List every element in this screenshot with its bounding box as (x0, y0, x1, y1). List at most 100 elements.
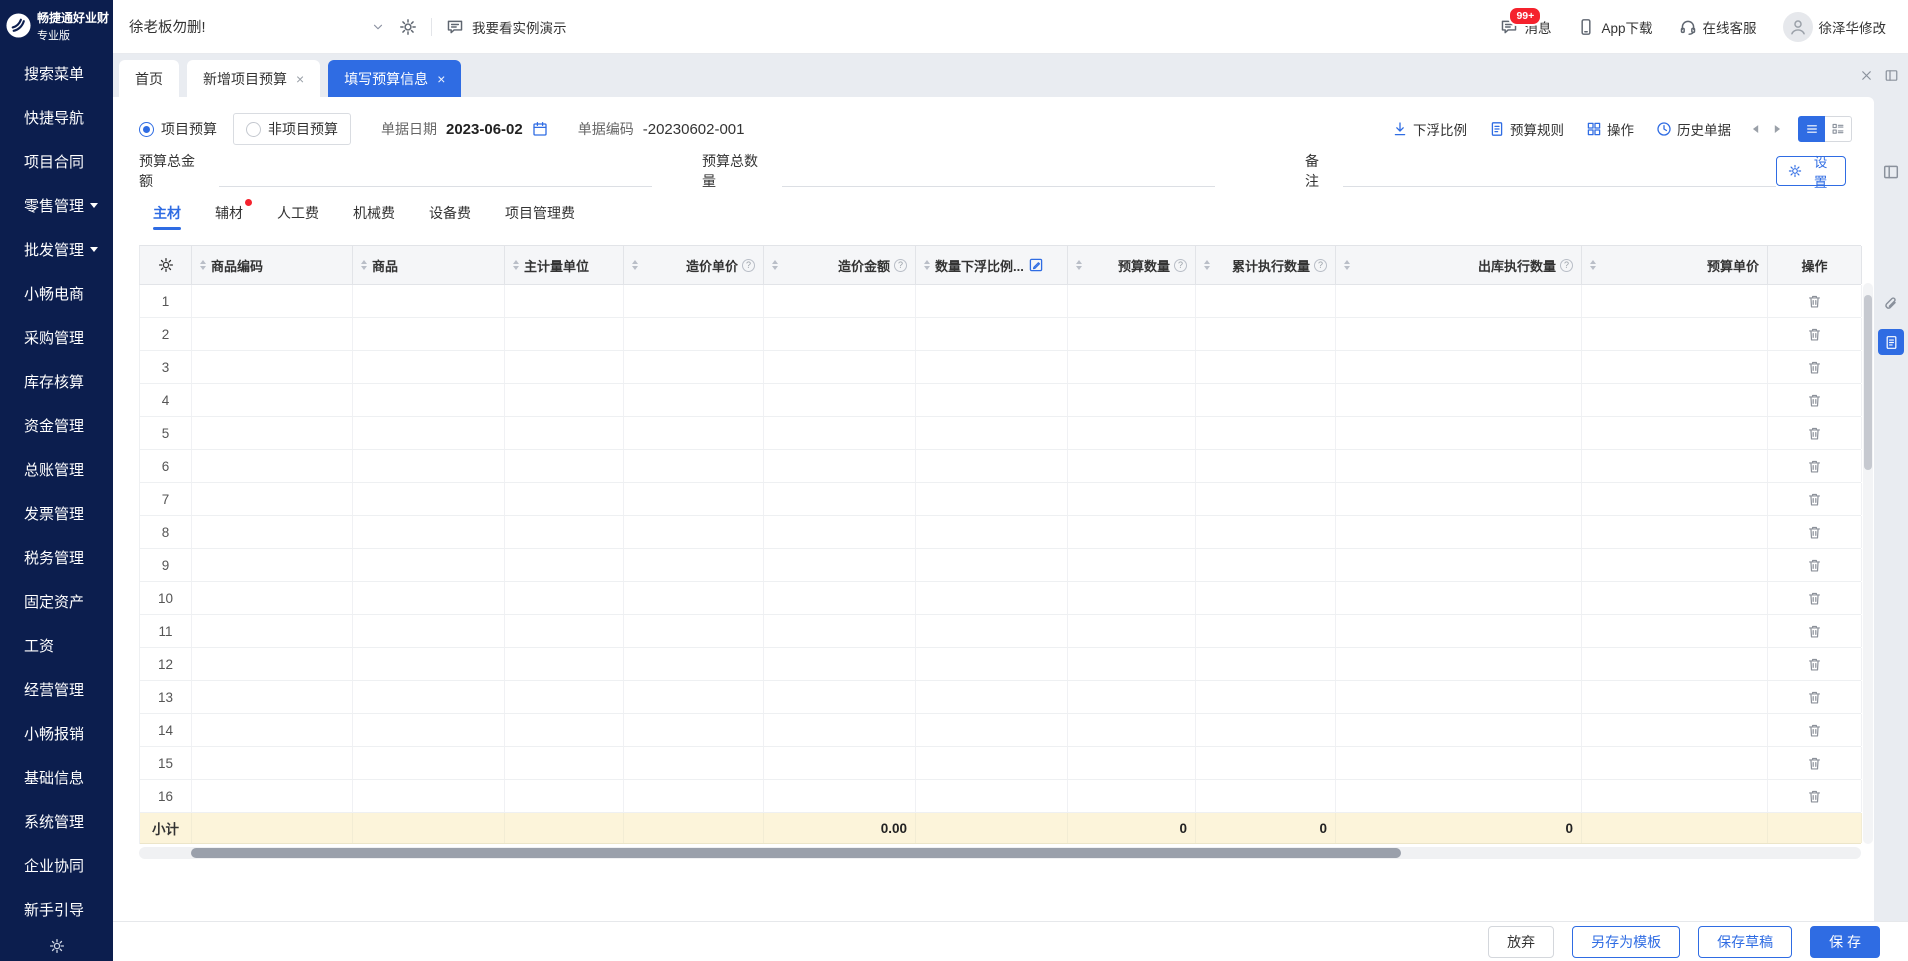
cell-budget_price[interactable] (1582, 714, 1768, 746)
delete-row-button[interactable] (1807, 756, 1822, 771)
cell-cost_price[interactable] (624, 417, 764, 449)
cell-budget_qty[interactable] (1068, 681, 1196, 713)
sidebar-item-17[interactable]: 基础信息 (0, 755, 113, 799)
cell-product[interactable] (353, 285, 505, 317)
attachment-icon[interactable] (1882, 295, 1900, 313)
cell-product[interactable] (353, 681, 505, 713)
delete-row-button[interactable] (1807, 393, 1822, 408)
sort-icon[interactable] (200, 260, 206, 270)
cell-code[interactable] (192, 285, 353, 317)
cell-float_ratio[interactable] (916, 648, 1068, 680)
cell-product[interactable] (353, 648, 505, 680)
column-header-budget_qty[interactable]: 预算数量? (1068, 246, 1196, 284)
tab-panel-icon[interactable] (1884, 68, 1899, 83)
cell-cost_price[interactable] (624, 450, 764, 482)
sidebar-item-1[interactable]: 搜索菜单 (0, 51, 113, 95)
cell-product[interactable] (353, 417, 505, 449)
cell-cost_price[interactable] (624, 582, 764, 614)
cell-budget_price[interactable] (1582, 516, 1768, 548)
company-selector[interactable]: 徐老板勿删! (129, 16, 385, 37)
cell-cum_exec_qty[interactable] (1196, 384, 1336, 416)
toolbar-link-3[interactable]: 操作 (1586, 119, 1634, 139)
horizontal-scrollbar-thumb[interactable] (191, 848, 1401, 858)
cell-cum_exec_qty[interactable] (1196, 747, 1336, 779)
material-tab-4[interactable]: 机械费 (353, 203, 395, 230)
cell-budget_qty[interactable] (1068, 747, 1196, 779)
column-header-code[interactable]: 商品编码 (192, 246, 353, 284)
cell-budget_price[interactable] (1582, 747, 1768, 779)
cell-cum_exec_qty[interactable] (1196, 648, 1336, 680)
cell-code[interactable] (192, 483, 353, 515)
cell-float_ratio[interactable] (916, 318, 1068, 350)
cell-product[interactable] (353, 450, 505, 482)
sort-icon[interactable] (513, 260, 519, 270)
cell-budget_price[interactable] (1582, 648, 1768, 680)
cell-cum_exec_qty[interactable] (1196, 582, 1336, 614)
cell-budget_qty[interactable] (1068, 384, 1196, 416)
cell-cost_price[interactable] (624, 681, 764, 713)
cell-code[interactable] (192, 648, 353, 680)
total-amount-input[interactable] (218, 161, 652, 187)
cell-cum_exec_qty[interactable] (1196, 516, 1336, 548)
sidebar-item-20[interactable]: 新手引导 (0, 887, 113, 931)
delete-row-button[interactable] (1807, 657, 1822, 672)
cell-float_ratio[interactable] (916, 549, 1068, 581)
delete-row-button[interactable] (1807, 591, 1822, 606)
sort-icon[interactable] (1204, 260, 1210, 270)
remark-input[interactable] (1342, 161, 1777, 187)
cell-cum_exec_qty[interactable] (1196, 549, 1336, 581)
cell-out_exec_qty[interactable] (1336, 483, 1582, 515)
sort-icon[interactable] (1344, 260, 1350, 270)
cell-cum_exec_qty[interactable] (1196, 714, 1336, 746)
list-view-button[interactable] (1798, 116, 1825, 142)
info-icon[interactable]: ? (1560, 258, 1573, 272)
cell-cum_exec_qty[interactable] (1196, 417, 1336, 449)
sidebar-item-2[interactable]: 快捷导航 (0, 95, 113, 139)
cell-float_ratio[interactable] (916, 516, 1068, 548)
tab-3[interactable]: 填写预算信息 × (328, 60, 462, 97)
cell-product[interactable] (353, 351, 505, 383)
vertical-scrollbar-thumb[interactable] (1864, 295, 1872, 470)
cell-out_exec_qty[interactable] (1336, 384, 1582, 416)
edit-icon[interactable] (1028, 257, 1044, 273)
cell-cum_exec_qty[interactable] (1196, 318, 1336, 350)
cell-unit[interactable] (505, 780, 624, 812)
cell-out_exec_qty[interactable] (1336, 582, 1582, 614)
cell-float_ratio[interactable] (916, 384, 1068, 416)
column-header-out_exec_qty[interactable]: 出库执行数量? (1336, 246, 1582, 284)
delete-row-button[interactable] (1807, 525, 1822, 540)
cell-budget_price[interactable] (1582, 318, 1768, 350)
cell-cost_amount[interactable] (764, 615, 916, 647)
cell-product[interactable] (353, 516, 505, 548)
cell-unit[interactable] (505, 450, 624, 482)
prev-record-icon[interactable] (1749, 122, 1763, 136)
cell-product[interactable] (353, 714, 505, 746)
cell-budget_price[interactable] (1582, 285, 1768, 317)
cell-unit[interactable] (505, 516, 624, 548)
cell-out_exec_qty[interactable] (1336, 417, 1582, 449)
demo-link[interactable]: 我要看实例演示 (446, 17, 567, 37)
calendar-icon[interactable] (532, 121, 548, 137)
column-header-unit[interactable]: 主计量单位 (505, 246, 624, 284)
cell-unit[interactable] (505, 648, 624, 680)
user-menu[interactable]: 徐泽华修改 (1782, 11, 1886, 42)
column-header-budget_price[interactable]: 预算单价 (1582, 246, 1768, 284)
save-draft-button[interactable]: 保存草稿 (1698, 925, 1793, 958)
cell-cum_exec_qty[interactable] (1196, 351, 1336, 383)
delete-row-button[interactable] (1807, 459, 1822, 474)
cell-cost_amount[interactable] (764, 681, 916, 713)
cell-float_ratio[interactable] (916, 681, 1068, 713)
sidebar-item-18[interactable]: 系统管理 (0, 799, 113, 843)
delete-row-button[interactable] (1807, 327, 1822, 342)
side-panel-icon[interactable] (1882, 163, 1900, 181)
cell-budget_qty[interactable] (1068, 351, 1196, 383)
cell-code[interactable] (192, 747, 353, 779)
cell-unit[interactable] (505, 747, 624, 779)
cell-product[interactable] (353, 549, 505, 581)
cell-code[interactable] (192, 615, 353, 647)
sort-icon[interactable] (361, 260, 367, 270)
delete-row-button[interactable] (1807, 789, 1822, 804)
cell-cost_amount[interactable] (764, 384, 916, 416)
cell-cost_price[interactable] (624, 615, 764, 647)
cell-out_exec_qty[interactable] (1336, 516, 1582, 548)
